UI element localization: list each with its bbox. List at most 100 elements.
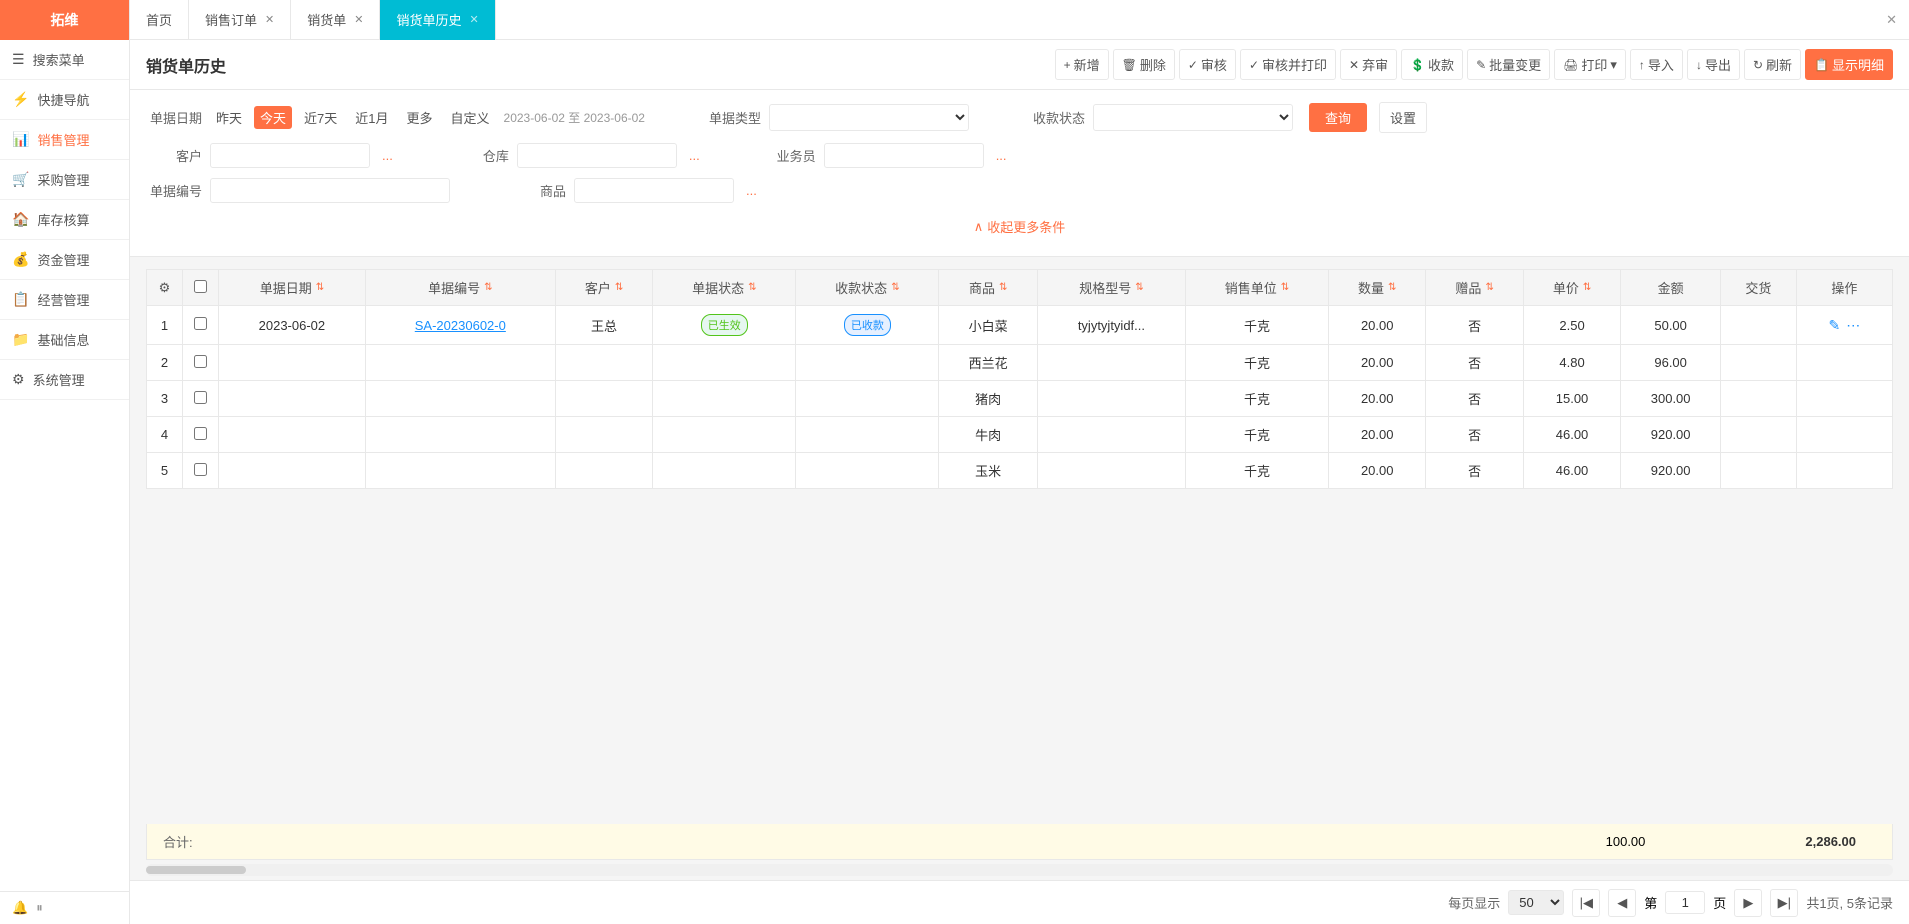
action-cell[interactable]: [1796, 345, 1892, 381]
tab-bar-close-btn[interactable]: ✕: [1874, 12, 1909, 28]
customer-dots[interactable]: ...: [382, 148, 393, 163]
sort-customer-icon[interactable]: ⇅: [615, 282, 623, 293]
batch-change-button[interactable]: ✎ 批量变更: [1467, 49, 1550, 80]
collect-status-select[interactable]: [1093, 104, 1293, 131]
unit-cell: 千克: [1185, 345, 1328, 381]
sort-gift-icon[interactable]: ⇅: [1485, 282, 1493, 293]
row-checkbox[interactable]: [194, 391, 207, 404]
tab-home[interactable]: 首页: [130, 0, 189, 40]
tab-sales-order-close[interactable]: ✕: [265, 13, 274, 26]
action-cell[interactable]: [1796, 417, 1892, 453]
action-cell[interactable]: [1796, 453, 1892, 489]
sidebar-item-operations[interactable]: 📋 经营管理: [0, 280, 129, 320]
last-page-button[interactable]: ▶|: [1770, 889, 1798, 917]
date-btn-7days[interactable]: 近7天: [298, 106, 343, 129]
print-button[interactable]: 🖨 打印 ▾: [1554, 49, 1626, 80]
salesperson-dots[interactable]: ...: [996, 148, 1007, 163]
date-btn-yesterday[interactable]: 昨天: [210, 106, 248, 129]
date-btn-today[interactable]: 今天: [254, 106, 292, 129]
tab-delivery-history[interactable]: 销货单历史 ✕: [380, 0, 495, 40]
settings-button[interactable]: 设置: [1379, 102, 1427, 133]
tab-delivery-close[interactable]: ✕: [354, 13, 363, 26]
checkbox-col-header[interactable]: [183, 270, 219, 306]
next-page-button[interactable]: ▶: [1734, 889, 1762, 917]
customer-cell: [555, 453, 652, 489]
filter-area: 单据日期 昨天 今天 近7天 近1月 更多 自定义 2023-06-02 至 2…: [130, 90, 1909, 257]
display-detail-button[interactable]: 📋 显示明细: [1805, 49, 1893, 80]
page-size-select[interactable]: 50 100 200: [1508, 890, 1564, 915]
sidebar-item-sales-mgmt[interactable]: 📊 销售管理: [0, 120, 129, 160]
delete-button[interactable]: 🗑 删除: [1113, 49, 1175, 80]
sort-doc-no-icon[interactable]: ⇅: [484, 282, 492, 293]
export-button[interactable]: ↓ 导出: [1687, 49, 1740, 80]
doc-type-select[interactable]: [769, 104, 969, 131]
page-number-input[interactable]: 1: [1665, 891, 1705, 914]
row-checkbox[interactable]: [194, 427, 207, 440]
prev-page-button[interactable]: ◀: [1608, 889, 1636, 917]
first-page-button[interactable]: |◀: [1572, 889, 1600, 917]
notification-icon[interactable]: 🔔: [12, 900, 28, 916]
approve-button[interactable]: ✓ 审核: [1179, 49, 1236, 80]
action-cell[interactable]: [1796, 381, 1892, 417]
sort-unit-icon[interactable]: ⇅: [1281, 282, 1289, 293]
sort-goods-icon[interactable]: ⇅: [999, 282, 1007, 293]
page-label: 页: [1713, 893, 1726, 912]
sidebar-item-system-mgmt[interactable]: ⚙ 系统管理: [0, 360, 129, 400]
tab-delivery-history-close[interactable]: ✕: [470, 13, 479, 26]
date-btn-custom[interactable]: 自定义: [445, 106, 496, 129]
pause-icon[interactable]: ⏸: [36, 900, 43, 916]
add-button[interactable]: + 新增: [1055, 49, 1109, 80]
action-cell[interactable]: ✎⋯: [1796, 306, 1892, 345]
tab-delivery[interactable]: 销货单 ✕: [291, 0, 380, 40]
collapse-button[interactable]: ∧ 收起更多条件: [966, 213, 1074, 240]
doc-no-cell[interactable]: [365, 417, 555, 453]
sidebar-item-search-menu[interactable]: ☰ 搜索菜单: [0, 40, 129, 80]
warehouse-input[interactable]: [517, 143, 677, 168]
approve-print-button[interactable]: ✓ 审核并打印: [1240, 49, 1336, 80]
sort-qty-icon[interactable]: ⇅: [1388, 282, 1396, 293]
doc-no-link[interactable]: SA-20230602-0: [415, 318, 506, 333]
edit-action-btn[interactable]: ✎: [1828, 317, 1840, 333]
delivery-cell: [1721, 453, 1797, 489]
settings-col-header[interactable]: ⚙: [147, 270, 183, 306]
sidebar-item-finance[interactable]: 💰 资金管理: [0, 240, 129, 280]
date-btn-1month[interactable]: 近1月: [349, 106, 394, 129]
scroll-thumb[interactable]: [146, 866, 246, 874]
salesperson-input[interactable]: [824, 143, 984, 168]
goods-input[interactable]: [574, 178, 734, 203]
sort-collect-status-icon[interactable]: ⇅: [891, 282, 899, 293]
doc-no-input[interactable]: [210, 178, 450, 203]
sort-spec-icon[interactable]: ⇅: [1135, 282, 1143, 293]
sidebar-item-basic-info[interactable]: 📁 基础信息: [0, 320, 129, 360]
sort-price-icon[interactable]: ⇅: [1583, 282, 1591, 293]
abandon-button[interactable]: ✕ 弃审: [1340, 49, 1397, 80]
doc-no-cell[interactable]: [365, 381, 555, 417]
doc-no-cell[interactable]: [365, 345, 555, 381]
sort-doc-status-icon[interactable]: ⇅: [748, 282, 756, 293]
seq-cell: 3: [147, 381, 183, 417]
abandon-label: 弃审: [1362, 55, 1388, 74]
sidebar-item-inventory[interactable]: 🏠 库存核算: [0, 200, 129, 240]
sidebar-item-quick-nav[interactable]: ⚡ 快捷导航: [0, 80, 129, 120]
search-menu-icon: ☰: [12, 51, 25, 68]
row-checkbox[interactable]: [194, 355, 207, 368]
sort-doc-date-icon[interactable]: ⇅: [316, 282, 324, 293]
sidebar-item-purchase-mgmt[interactable]: 🛒 采购管理: [0, 160, 129, 200]
more-action-btn[interactable]: ⋯: [1846, 317, 1860, 333]
collect-button[interactable]: 💲 收款: [1401, 49, 1463, 80]
doc-no-cell[interactable]: SA-20230602-0: [365, 306, 555, 345]
tab-sales-order[interactable]: 销售订单 ✕: [189, 0, 291, 40]
amount-cell: 96.00: [1621, 345, 1721, 381]
query-button[interactable]: 查询: [1309, 103, 1367, 132]
date-btn-more[interactable]: 更多: [401, 106, 439, 129]
row-checkbox[interactable]: [194, 317, 207, 330]
horizontal-scrollbar[interactable]: [146, 864, 1893, 876]
goods-dots[interactable]: ...: [746, 183, 757, 198]
refresh-button[interactable]: ↻ 刷新: [1744, 49, 1801, 80]
import-button[interactable]: ↑ 导入: [1630, 49, 1683, 80]
row-checkbox[interactable]: [194, 463, 207, 476]
select-all-checkbox[interactable]: [194, 280, 207, 293]
warehouse-dots[interactable]: ...: [689, 148, 700, 163]
customer-input[interactable]: [210, 143, 370, 168]
doc-no-cell[interactable]: [365, 453, 555, 489]
